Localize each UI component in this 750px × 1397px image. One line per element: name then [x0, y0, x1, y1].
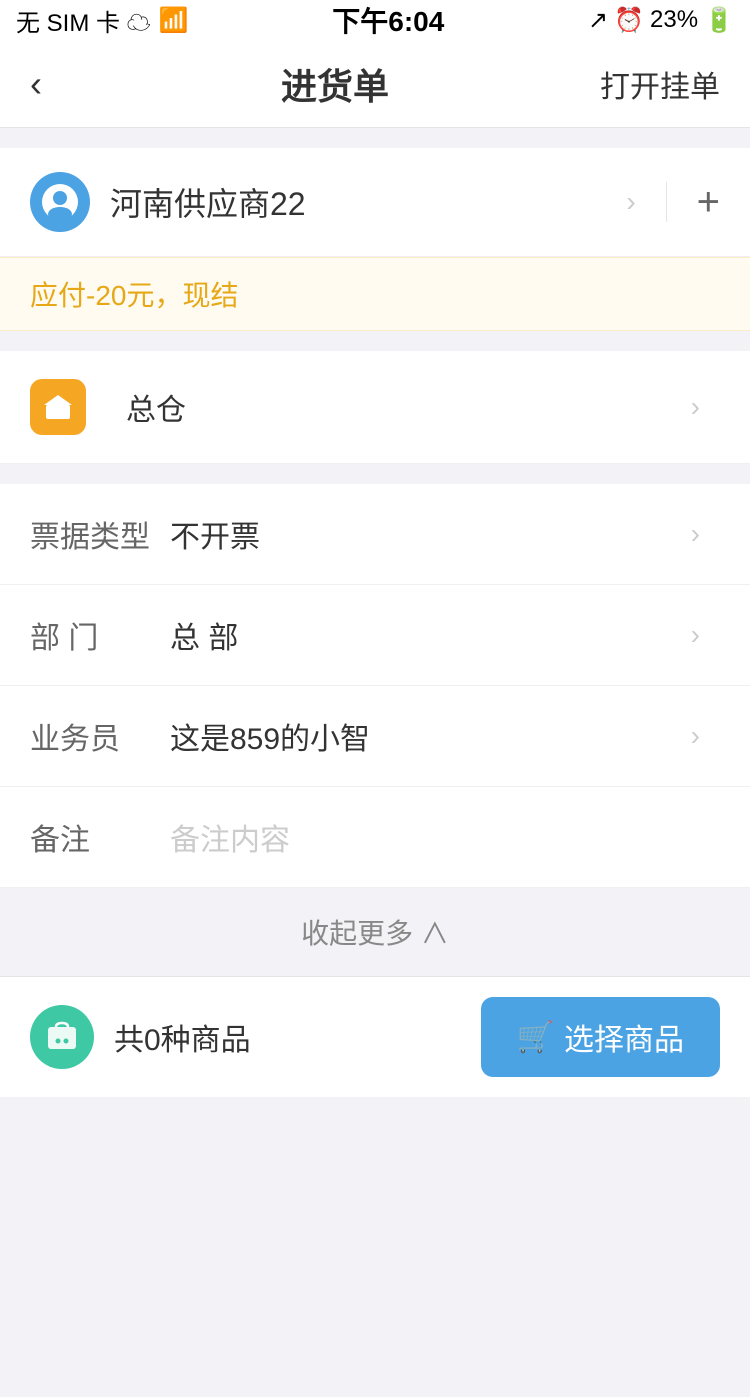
no-sim-label: 无 SIM 卡 ☁	[16, 3, 151, 38]
department-label: 部 门	[30, 613, 150, 657]
warehouse-row[interactable]: 总仓 ›	[0, 351, 750, 464]
select-product-icon: 🛒	[517, 1020, 554, 1055]
wifi-icon: 📶	[159, 6, 189, 35]
product-count: 共0种商品	[114, 1015, 481, 1059]
battery-label: 23%	[650, 6, 698, 34]
warehouse-icon	[30, 379, 86, 435]
gap1	[0, 128, 750, 148]
nav-bar: ‹ 进货单 打开挂单	[0, 40, 750, 128]
invoice-type-value: 不开票	[170, 512, 691, 556]
invoice-type-row[interactable]: 票据类型 不开票 ›	[0, 484, 750, 585]
warehouse-chevron-icon: ›	[691, 391, 700, 423]
status-left: 无 SIM 卡 ☁ 📶	[16, 3, 189, 38]
warehouse-card: 总仓 ›	[0, 351, 750, 464]
remark-placeholder[interactable]: 备注内容	[170, 815, 720, 859]
form-card: 票据类型 不开票 › 部 门 总 部 › 业务员 这是859的小智 › 备注 备…	[0, 484, 750, 888]
supplier-chevron-icon: ›	[626, 186, 635, 218]
gray-fill	[0, 1097, 750, 1397]
gap3	[0, 464, 750, 484]
warehouse-name: 总仓	[126, 385, 691, 429]
notice-banner: 应付-20元，现结	[0, 257, 750, 331]
supplier-avatar	[30, 172, 90, 232]
divider	[666, 182, 667, 222]
salesperson-value: 这是859的小智	[170, 714, 691, 758]
collapse-label: 收起更多 ∧	[301, 912, 449, 952]
salesperson-label: 业务员	[30, 714, 150, 758]
department-value: 总 部	[170, 613, 691, 657]
open-pending-button[interactable]: 打开挂单	[580, 62, 720, 106]
select-product-button[interactable]: 🛒 选择商品	[481, 997, 720, 1077]
status-bar: 无 SIM 卡 ☁ 📶 下午6:04 ↗ ⏰ 23% 🔋	[0, 0, 750, 40]
page-title: 进货单	[90, 58, 580, 110]
avatar-icon	[42, 184, 78, 220]
back-button[interactable]: ‹	[30, 63, 90, 105]
status-right: ↗ ⏰ 23% 🔋	[588, 6, 734, 35]
supplier-card: 河南供应商22 › + 应付-20元，现结	[0, 148, 750, 331]
status-time: 下午6:04	[332, 0, 444, 40]
remark-row[interactable]: 备注 备注内容	[0, 787, 750, 888]
location-icon: ↗	[588, 6, 608, 35]
invoice-type-chevron-icon: ›	[691, 518, 700, 550]
select-product-label: 选择商品	[564, 1015, 684, 1059]
department-chevron-icon: ›	[691, 619, 700, 651]
invoice-type-label: 票据类型	[30, 512, 150, 556]
collapse-row[interactable]: 收起更多 ∧	[0, 888, 750, 976]
add-supplier-button[interactable]: +	[697, 180, 720, 225]
supplier-row[interactable]: 河南供应商22 › +	[0, 148, 750, 257]
remark-label: 备注	[30, 815, 150, 859]
product-icon-wrap	[30, 1005, 94, 1069]
department-row[interactable]: 部 门 总 部 ›	[0, 585, 750, 686]
battery-icon: 🔋	[704, 6, 734, 35]
salesperson-row[interactable]: 业务员 这是859的小智 ›	[0, 686, 750, 787]
bottom-bar: 共0种商品 🛒 选择商品	[0, 976, 750, 1097]
salesperson-chevron-icon: ›	[691, 720, 700, 752]
supplier-name: 河南供应商22	[110, 179, 626, 225]
alarm-icon: ⏰	[614, 6, 644, 35]
gap2	[0, 331, 750, 351]
